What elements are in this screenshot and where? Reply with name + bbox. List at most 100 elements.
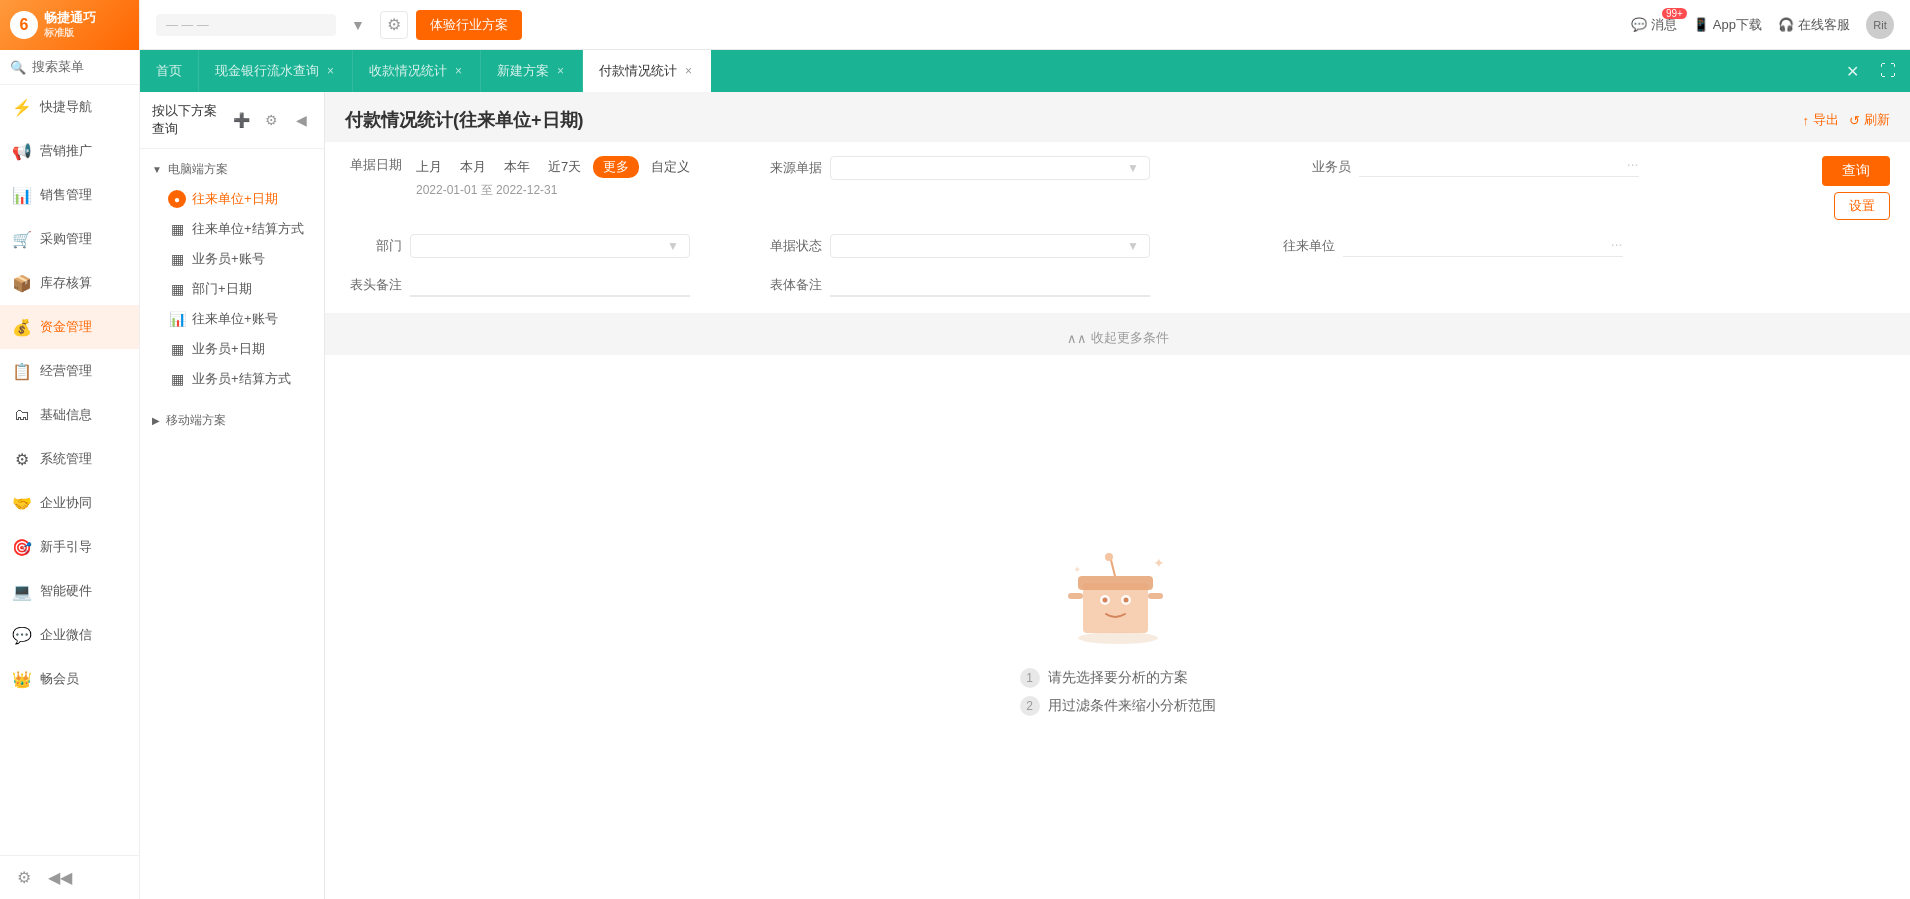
scheme-icon: ▦ xyxy=(168,280,186,298)
sidebar-item-label: 基础信息 xyxy=(40,406,92,424)
scheme-dept-date[interactable]: ▦ 部门+日期 xyxy=(140,274,324,304)
collapse-more-btn[interactable]: ∧∧ 收起更多条件 xyxy=(325,321,1910,355)
date-label: 单据日期 xyxy=(345,156,410,174)
staff-more-icon[interactable]: ··· xyxy=(1627,156,1639,172)
sidebar-item-purchase[interactable]: 🛒 采购管理 xyxy=(0,217,139,261)
scheme-staff-account[interactable]: ▦ 业务员+账号 xyxy=(140,244,324,274)
sidebar-item-finance[interactable]: 💰 资金管理 xyxy=(0,305,139,349)
mobile-group-header[interactable]: ▶ 移动端方案 xyxy=(140,406,324,435)
tab-payment-stat[interactable]: 付款情况统计 × xyxy=(583,50,711,92)
scheme-icon: ▦ xyxy=(168,370,186,388)
sidebar-item-enterprise[interactable]: 🤝 企业协同 xyxy=(0,481,139,525)
scheme-unit-account[interactable]: 📊 往来单位+账号 xyxy=(140,304,324,334)
page-header: 付款情况统计(往来单位+日期) ↑ 导出 ↺ 刷新 xyxy=(325,92,1910,142)
date-option-this-month[interactable]: 本月 xyxy=(454,156,492,178)
active-scheme-icon: ● xyxy=(168,190,186,208)
address-bar[interactable]: — — — xyxy=(156,14,336,36)
svg-point-0 xyxy=(1078,632,1158,644)
online-support-btn[interactable]: 🎧 在线客服 xyxy=(1778,16,1850,34)
date-option-more[interactable]: 更多 xyxy=(593,156,639,178)
logo-icon: 6 xyxy=(10,11,38,39)
svg-rect-7 xyxy=(1068,593,1083,599)
tab-bank-flow-close[interactable]: × xyxy=(325,62,336,80)
export-btn[interactable]: ↑ 导出 xyxy=(1803,111,1840,129)
svg-text:✦: ✦ xyxy=(1153,555,1165,571)
search-menu-item[interactable]: 🔍 搜索菜单 xyxy=(0,50,139,85)
scheme-unit-date-label: 往来单位+日期 xyxy=(192,190,278,208)
add-scheme-btn[interactable]: ➕ xyxy=(230,109,252,131)
message-btn[interactable]: 💬 消息 99+ xyxy=(1631,16,1677,34)
source-select[interactable]: ▼ xyxy=(830,156,1150,180)
sidebar-item-quick-nav[interactable]: ⚡ 快捷导航 xyxy=(0,85,139,129)
refresh-label: 刷新 xyxy=(1864,111,1890,129)
tab-new-scheme-close[interactable]: × xyxy=(555,62,566,80)
scheme-staff-date-label: 业务员+日期 xyxy=(192,340,265,358)
trial-industry-btn[interactable]: 体验行业方案 xyxy=(416,10,522,40)
desktop-group-header[interactable]: ▼ 电脑端方案 xyxy=(140,155,324,184)
sidebar-item-sales[interactable]: 📊 销售管理 xyxy=(0,173,139,217)
user-avatar: Rit xyxy=(1866,11,1894,39)
maximize-btn[interactable]: ⛶ xyxy=(1874,57,1902,85)
settings-btn[interactable]: 设置 xyxy=(1834,192,1890,220)
user-avatar-btn[interactable]: Rit xyxy=(1866,11,1894,39)
query-btn[interactable]: 查询 xyxy=(1822,156,1890,186)
sidebar-item-hardware[interactable]: 💻 智能硬件 xyxy=(0,569,139,613)
close-tab-btn[interactable]: ✕ xyxy=(1838,57,1866,85)
empty-state-illustration: ✦ ✦ xyxy=(1053,538,1183,652)
topbar-left: — — — ▼ ⚙ 体验行业方案 xyxy=(156,10,1621,40)
sidebar-item-marketing[interactable]: 📢 营销推广 xyxy=(0,129,139,173)
tab-bank-flow[interactable]: 现金银行流水查询 × xyxy=(199,50,353,92)
body-note-input[interactable] xyxy=(830,272,1150,296)
sidebar-item-basic-info[interactable]: 🗂 基础信息 xyxy=(0,393,139,437)
tab-new-scheme[interactable]: 新建方案 × xyxy=(481,50,583,92)
sidebar-item-system[interactable]: ⚙ 系统管理 xyxy=(0,437,139,481)
hardware-icon: 💻 xyxy=(12,581,32,601)
voucher-status-label: 单据状态 xyxy=(765,237,830,255)
settings-footer-btn[interactable]: ⚙ xyxy=(10,864,38,892)
quick-nav-icon: ⚡ xyxy=(12,97,32,117)
collapse-sidebar-btn[interactable]: ◀◀ xyxy=(46,864,74,892)
empty-hints: 1 请先选择要分析的方案 2 用过滤条件来缩小分析范围 xyxy=(1020,668,1216,716)
voucher-status-select[interactable]: ▼ xyxy=(830,234,1150,258)
topbar-settings-btn[interactable]: ⚙ xyxy=(380,11,408,39)
sidebar-item-member[interactable]: 👑 畅会员 xyxy=(0,657,139,701)
query-actions: 查询 设置 xyxy=(1822,156,1890,220)
refresh-btn[interactable]: ↺ 刷新 xyxy=(1849,111,1890,129)
sidebar-item-guide[interactable]: 🎯 新手引导 xyxy=(0,525,139,569)
date-option-last-month[interactable]: 上月 xyxy=(410,156,448,178)
manage-scheme-btn[interactable]: ⚙ xyxy=(260,109,282,131)
dept-select[interactable]: ▼ xyxy=(410,234,690,258)
source-dropdown-icon: ▼ xyxy=(1127,161,1139,175)
sidebar-item-weixin[interactable]: 💬 企业微信 xyxy=(0,613,139,657)
sidebar-item-inventory[interactable]: 📦 库存核算 xyxy=(0,261,139,305)
staff-label: 业务员 xyxy=(1294,158,1359,176)
svg-text:✦: ✦ xyxy=(1073,564,1081,575)
tab-receipt-stat[interactable]: 收款情况统计 × xyxy=(353,50,481,92)
scheme-unit-date[interactable]: ● 往来单位+日期 xyxy=(140,184,324,214)
date-range-text: 2022-01-01 至 2022-12-31 xyxy=(416,182,696,199)
tab-payment-stat-label: 付款情况统计 xyxy=(599,62,677,80)
date-option-custom[interactable]: 自定义 xyxy=(645,156,696,178)
sidebar-item-label: 新手引导 xyxy=(40,538,92,556)
support-icon: 🎧 xyxy=(1778,17,1794,32)
collapse-scheme-btn[interactable]: ◀ xyxy=(290,109,312,131)
app-download-btn[interactable]: 📱 App下载 xyxy=(1693,16,1762,34)
message-badge: 99+ xyxy=(1662,8,1687,19)
tab-home[interactable]: 首页 xyxy=(140,50,199,92)
empty-state: ✦ ✦ 1 请先选择要分析的方案 2 用过滤条件来缩小分析范围 xyxy=(325,355,1910,899)
export-icon: ↑ xyxy=(1803,113,1810,128)
refresh-icon: ↺ xyxy=(1849,113,1860,128)
address-dropdown-btn[interactable]: ▼ xyxy=(344,11,372,39)
scheme-staff-settle[interactable]: ▦ 业务员+结算方式 xyxy=(140,364,324,394)
tab-receipt-stat-close[interactable]: × xyxy=(453,62,464,80)
app-icon: 📱 xyxy=(1693,17,1709,32)
date-option-7days[interactable]: 近7天 xyxy=(542,156,587,178)
sidebar-item-operations[interactable]: 📋 经营管理 xyxy=(0,349,139,393)
scheme-unit-settle[interactable]: ▦ 往来单位+结算方式 xyxy=(140,214,324,244)
tab-payment-stat-close[interactable]: × xyxy=(683,62,694,80)
topbar: — — — ▼ ⚙ 体验行业方案 💬 消息 99+ 📱 App下载 🎧 在线客服 xyxy=(140,0,1910,50)
partner-more-icon[interactable]: ··· xyxy=(1611,236,1623,252)
date-option-this-year[interactable]: 本年 xyxy=(498,156,536,178)
header-note-input[interactable] xyxy=(410,272,690,296)
scheme-staff-date[interactable]: ▦ 业务员+日期 xyxy=(140,334,324,364)
